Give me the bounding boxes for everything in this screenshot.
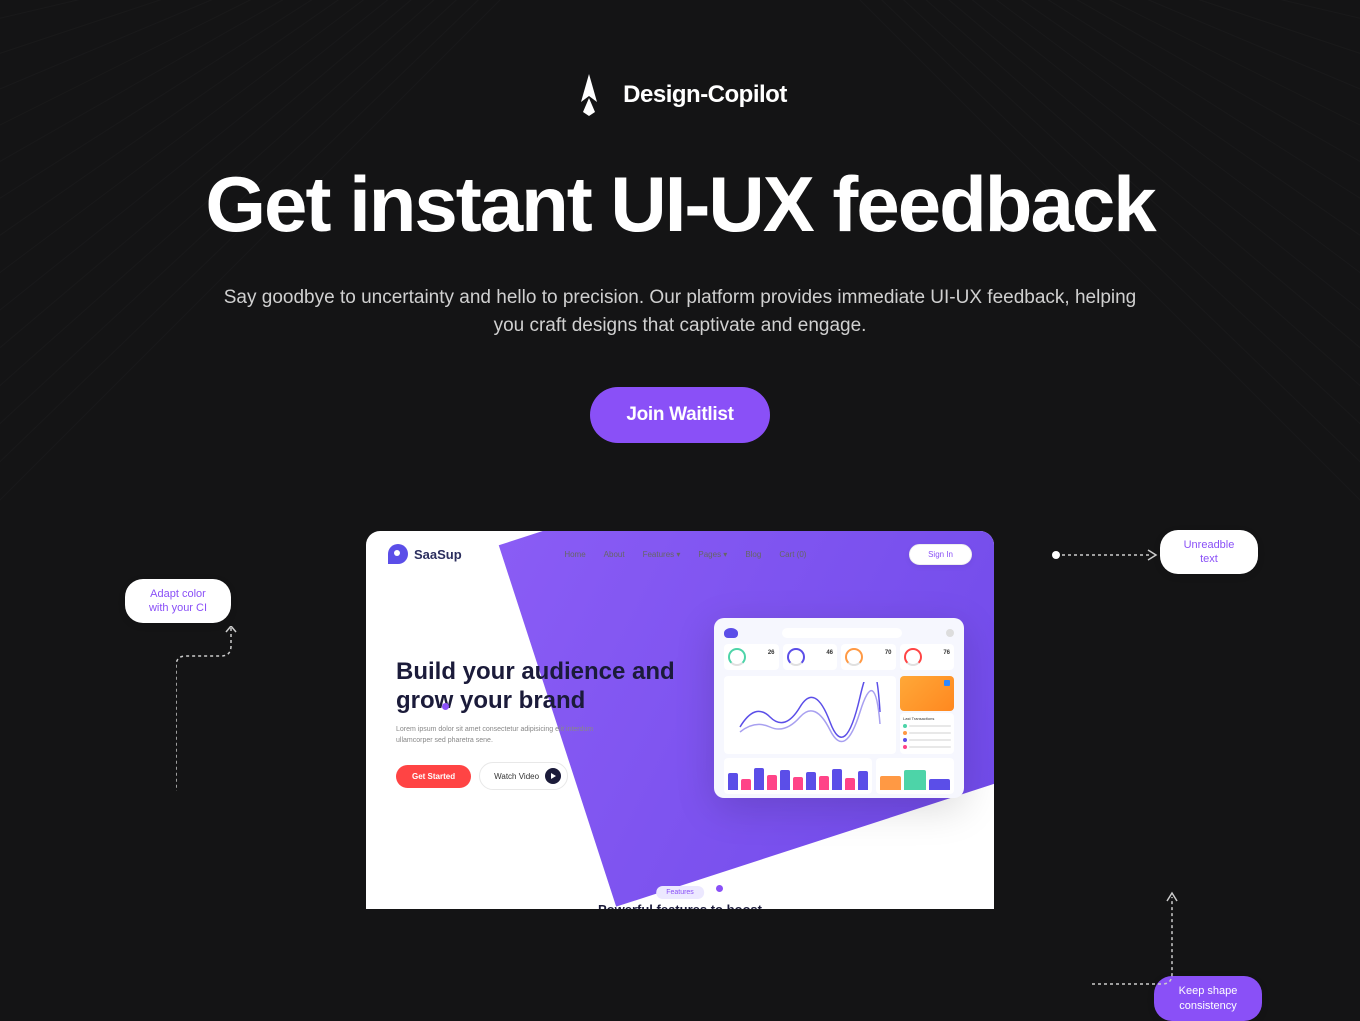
avatar-icon bbox=[946, 629, 954, 637]
nav-about: About bbox=[604, 550, 625, 559]
mockup-nav: Home About Features ▾ Pages ▾ Blog Cart … bbox=[564, 550, 806, 559]
mockup-header: SaaSup Home About Features ▾ Pages ▾ Blo… bbox=[366, 531, 994, 578]
mockup-features-heading: Powerful features to boost bbox=[598, 902, 762, 909]
cloud-icon bbox=[724, 628, 738, 638]
annotation-shape-consistency: Keep shape consistency bbox=[1154, 976, 1262, 1021]
accent-dot bbox=[716, 885, 723, 892]
hero-illustration: Adapt color with your CI Unreadble text … bbox=[230, 531, 1130, 909]
mockup-bar-chart-small bbox=[876, 758, 954, 794]
join-waitlist-button[interactable]: Join Waitlist bbox=[590, 387, 769, 443]
nav-blog: Blog bbox=[745, 550, 761, 559]
mockup-transactions: Last Transactions bbox=[900, 713, 954, 754]
mockup-bar-chart bbox=[724, 758, 872, 794]
nav-features: Features ▾ bbox=[643, 550, 681, 559]
annotation-adapt-color: Adapt color with your CI bbox=[125, 579, 231, 624]
cloud-icon bbox=[388, 544, 408, 564]
play-icon bbox=[545, 768, 561, 784]
accent-dot bbox=[442, 703, 449, 710]
hero-subtitle: Say goodbye to uncertainty and hello to … bbox=[210, 284, 1150, 341]
annotation-unreadable-text: Unreadble text bbox=[1160, 530, 1258, 575]
mockup-features-pill: Features bbox=[656, 886, 704, 899]
connector-line bbox=[176, 626, 296, 796]
mockup-watch-video-button: Watch Video bbox=[479, 762, 568, 790]
mockup-logo: SaaSup bbox=[388, 544, 462, 564]
mockup-heading: Build your audience and grow your brand bbox=[396, 658, 694, 716]
logo-icon bbox=[573, 74, 605, 116]
mockup-search-bar bbox=[782, 628, 902, 638]
mockup-body: Build your audience and grow your brand … bbox=[366, 578, 994, 818]
brand-header: Design-Copilot bbox=[573, 74, 787, 116]
brand-name: Design-Copilot bbox=[623, 81, 787, 109]
nav-cart: Cart (0) bbox=[779, 550, 806, 559]
nav-pages: Pages ▾ bbox=[698, 550, 727, 559]
mockup-paragraph: Lorem ipsum dolor sit amet consectetur a… bbox=[396, 725, 596, 746]
mockup-signin: Sign In bbox=[909, 544, 972, 565]
stat-card: 70 bbox=[841, 644, 896, 670]
nav-home: Home bbox=[564, 550, 585, 559]
stat-card: 46 bbox=[783, 644, 838, 670]
connector-line bbox=[1092, 889, 1212, 989]
mockup-line-chart bbox=[724, 676, 896, 754]
stat-card: 76 bbox=[900, 644, 955, 670]
mockup-watch-video-label: Watch Video bbox=[494, 772, 539, 781]
stat-card: 26 bbox=[724, 644, 779, 670]
mockup-get-started-button: Get Started bbox=[396, 765, 471, 788]
mockup-credit-card bbox=[900, 676, 954, 711]
hero-title: Get instant UI-UX feedback bbox=[205, 164, 1154, 246]
mockup-dashboard: 26 46 70 76 bbox=[714, 618, 964, 798]
mockup-logo-text: SaaSup bbox=[414, 547, 462, 562]
connector-line bbox=[1052, 549, 1162, 561]
product-mockup: SaaSup Home About Features ▾ Pages ▾ Blo… bbox=[366, 531, 994, 909]
